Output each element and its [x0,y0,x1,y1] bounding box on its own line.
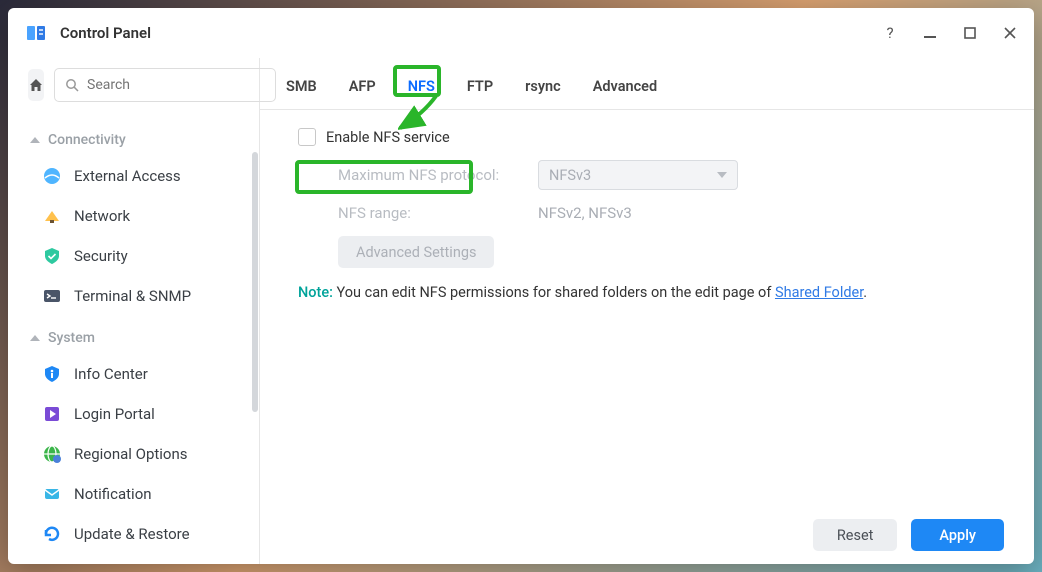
advanced-settings-button[interactable]: Advanced Settings [338,236,494,268]
apply-button[interactable]: Apply [911,519,1004,551]
section-label: System [48,330,95,346]
window-title: Control Panel [60,24,882,42]
regional-icon [42,444,62,464]
portal-icon [42,404,62,424]
section-label: Connectivity [48,132,126,148]
reset-button[interactable]: Reset [813,519,898,551]
sidebar-item-label: Info Center [74,365,148,383]
search-icon [65,78,79,92]
main: SMB AFP NFS FTP rsync Advanced Enable NF… [260,58,1034,564]
scrollbar-thumb[interactable] [252,152,258,412]
tab-nfs[interactable]: NFS [406,74,437,99]
sidebar-item-security[interactable]: Security [8,236,259,276]
enable-nfs-label: Enable NFS service [326,129,450,146]
external-access-icon [42,166,62,186]
max-protocol-dropdown[interactable]: NFSv3 [538,160,738,190]
sidebar-item-external-access[interactable]: External Access [8,156,259,196]
control-panel-window: Control Panel ? Connectivity [8,8,1034,564]
window-controls: ? [882,25,1018,41]
update-icon [42,524,62,544]
note-tail: . [863,284,867,301]
sidebar-item-label: External Access [74,167,181,185]
nfs-range-value: NFSv2, NFSv3 [538,204,632,222]
advanced-settings-wrap: Advanced Settings [338,236,1004,268]
scrollbar[interactable] [251,152,259,564]
sidebar-item-label: Network [74,207,130,225]
maximize-button[interactable] [962,25,978,41]
search-box[interactable] [54,68,276,102]
sidebar-item-label: Notification [74,485,152,503]
sidebar-top [8,58,259,112]
close-button[interactable] [1002,25,1018,41]
search-input[interactable] [79,77,265,93]
sidebar-item-terminal[interactable]: Terminal & SNMP [8,276,259,316]
terminal-icon [42,286,62,306]
sidebar-item-label: Update & Restore [74,525,190,543]
dropdown-value: NFSv3 [549,167,591,184]
body: Connectivity External Access Network Sec… [8,58,1034,564]
titlebar: Control Panel ? [8,8,1034,58]
tab-advanced[interactable]: Advanced [591,74,659,99]
sidebar-item-update[interactable]: Update & Restore [8,514,259,554]
sidebar-scroll[interactable]: Connectivity External Access Network Sec… [8,112,259,564]
app-icon [24,21,48,45]
sidebar-item-label: Security [74,247,128,265]
tab-rsync[interactable]: rsync [523,74,563,99]
minimize-button[interactable] [922,25,938,41]
network-icon [42,206,62,226]
sidebar-item-login-portal[interactable]: Login Portal [8,394,259,434]
chevron-down-icon [717,172,727,178]
content: Enable NFS service Maximum NFS protocol:… [260,110,1034,506]
note-text: You can edit NFS permissions for shared … [333,284,775,301]
notification-icon [42,484,62,504]
nfs-range-row: NFS range: NFSv2, NFSv3 [338,204,1004,222]
sidebar-item-regional[interactable]: Regional Options [8,434,259,474]
sidebar-item-notification[interactable]: Notification [8,474,259,514]
note-label: Note: [298,284,333,301]
section-system[interactable]: System [8,316,259,354]
sidebar-item-info-center[interactable]: Info Center [8,354,259,394]
sidebar-item-network[interactable]: Network [8,196,259,236]
chevron-up-icon [30,137,40,143]
sidebar-item-label: Login Portal [74,405,155,423]
footer: Reset Apply [260,506,1034,564]
note-row: Note: You can edit NFS permissions for s… [298,284,1004,301]
max-protocol-label: Maximum NFS protocol: [338,166,538,184]
tab-afp[interactable]: AFP [347,74,378,99]
home-icon [28,77,44,93]
security-icon [42,246,62,266]
max-protocol-row: Maximum NFS protocol: NFSv3 [338,160,1004,190]
enable-nfs-checkbox[interactable] [298,128,316,146]
chevron-up-icon [30,335,40,341]
help-button[interactable]: ? [882,25,898,41]
sidebar-item-label: Terminal & SNMP [74,287,191,305]
sidebar-item-label: Regional Options [74,445,188,463]
shared-folder-link[interactable]: Shared Folder [775,284,863,301]
enable-nfs-row: Enable NFS service [298,128,1004,146]
info-icon [42,364,62,384]
tab-smb[interactable]: SMB [284,74,319,99]
tab-ftp[interactable]: FTP [465,74,495,99]
tabs: SMB AFP NFS FTP rsync Advanced [260,58,1034,110]
nfs-range-label: NFS range: [338,204,538,222]
sidebar: Connectivity External Access Network Sec… [8,58,260,564]
home-button[interactable] [28,69,44,101]
section-connectivity[interactable]: Connectivity [8,118,259,156]
